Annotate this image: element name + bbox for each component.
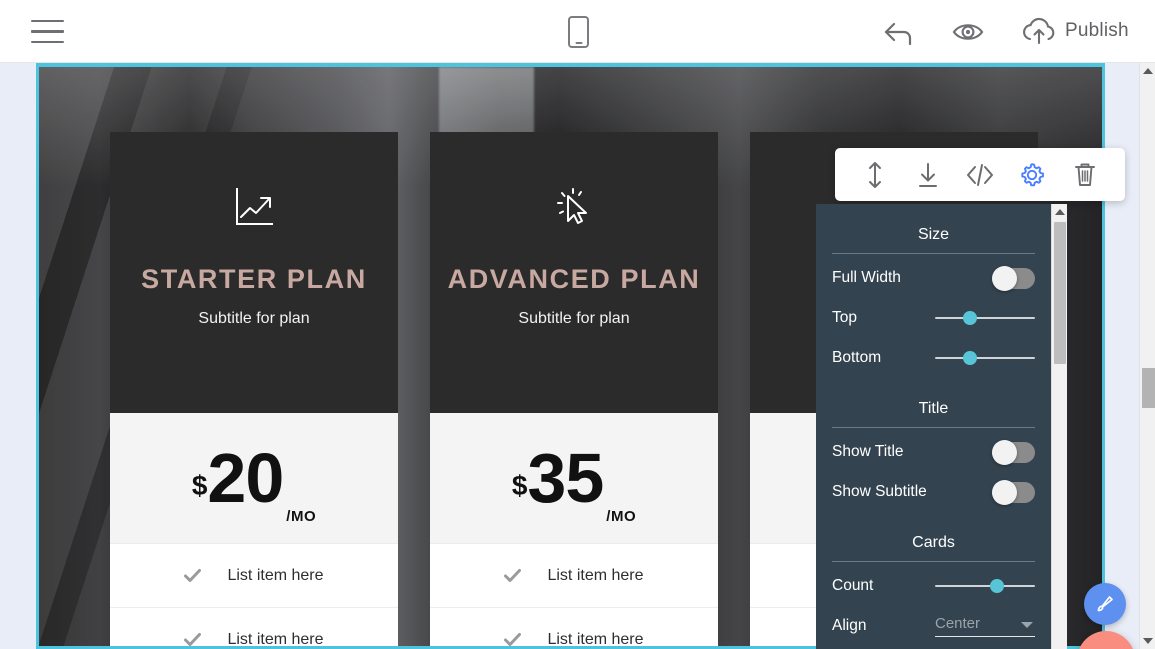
slider-track bbox=[935, 357, 1035, 360]
show-title-toggle[interactable] bbox=[992, 439, 1035, 465]
page-scrollbar[interactable] bbox=[1139, 63, 1155, 649]
price-period: /MO bbox=[606, 508, 637, 525]
checkmark-icon bbox=[184, 568, 202, 582]
bottom-slider[interactable] bbox=[935, 349, 1035, 367]
list-item-label: List item here bbox=[547, 630, 644, 648]
cloud-upload-icon[interactable] bbox=[1018, 14, 1060, 50]
price-currency: $ bbox=[511, 470, 528, 501]
price-amount: 20 bbox=[207, 439, 284, 517]
settings-group-divider bbox=[832, 253, 1035, 254]
list-item[interactable]: List item here bbox=[110, 543, 398, 607]
list-item[interactable]: List item here bbox=[430, 543, 718, 607]
pricing-card-header: STARTER PLAN Subtitle for plan bbox=[110, 132, 398, 413]
section-settings-panel: Size Full Width Top Bottom Title Show Ti… bbox=[816, 204, 1067, 649]
slider-track bbox=[935, 585, 1035, 588]
hamburger-bar bbox=[31, 40, 64, 44]
setting-row-show-subtitle: Show Subtitle bbox=[832, 472, 1035, 512]
hamburger-bar bbox=[31, 20, 64, 23]
settings-group-title: Title bbox=[918, 400, 949, 417]
hamburger-menu-icon[interactable] bbox=[31, 20, 64, 44]
pricing-card-price: $ 20 /MO bbox=[110, 413, 398, 543]
setting-label: Align bbox=[832, 617, 867, 634]
pricing-card-header: ADVANCED PLAN Subtitle for plan bbox=[430, 132, 718, 413]
slider-knob[interactable] bbox=[990, 579, 1004, 593]
list-item[interactable]: List item here bbox=[110, 607, 398, 648]
setting-row-bottom: Bottom bbox=[832, 338, 1035, 378]
setting-label: Top bbox=[832, 309, 857, 326]
top-slider[interactable] bbox=[935, 309, 1035, 327]
show-subtitle-toggle[interactable] bbox=[992, 479, 1035, 505]
setting-label: Show Subtitle bbox=[832, 483, 927, 500]
checkmark-icon bbox=[504, 568, 522, 582]
pricing-card[interactable]: STARTER PLAN Subtitle for plan $ 20 /MO … bbox=[110, 132, 398, 648]
editor-canvas: STARTER PLAN Subtitle for plan $ 20 /MO … bbox=[0, 63, 1155, 649]
list-item-label: List item here bbox=[547, 566, 644, 584]
list-item[interactable]: List item here bbox=[430, 607, 718, 648]
setting-row-full-width: Full Width bbox=[832, 258, 1035, 298]
eye-preview-icon[interactable] bbox=[948, 14, 988, 50]
scroll-down-arrow-icon[interactable] bbox=[1143, 638, 1153, 644]
pricing-card-title: STARTER PLAN bbox=[141, 264, 367, 294]
line-chart-growth-icon bbox=[236, 188, 273, 225]
slider-knob[interactable] bbox=[963, 351, 977, 365]
price-period: /MO bbox=[286, 508, 317, 525]
code-brackets-icon[interactable] bbox=[963, 158, 997, 192]
move-vertical-icon[interactable] bbox=[858, 158, 892, 192]
element-toolbar bbox=[835, 148, 1125, 201]
settings-group-title: Cards bbox=[912, 534, 955, 551]
design-brush-fab[interactable] bbox=[1084, 583, 1126, 625]
setting-label: Full Width bbox=[832, 269, 901, 286]
align-select[interactable]: Center bbox=[935, 615, 1035, 637]
scroll-up-arrow-icon[interactable] bbox=[1055, 209, 1065, 215]
settings-panel-body: Size Full Width Top Bottom Title Show Ti… bbox=[816, 204, 1051, 649]
list-item-label: List item here bbox=[227, 630, 324, 648]
setting-row-align: Align Center bbox=[832, 606, 1035, 646]
settings-group-divider bbox=[832, 427, 1035, 428]
download-icon[interactable] bbox=[911, 158, 945, 192]
checkmark-icon bbox=[184, 632, 202, 646]
settings-panel-scrollbar[interactable] bbox=[1051, 204, 1067, 649]
chevron-down-icon bbox=[1021, 622, 1033, 628]
checkmark-icon bbox=[504, 632, 522, 646]
undo-arrow-icon[interactable] bbox=[880, 14, 918, 50]
settings-group-divider bbox=[832, 561, 1035, 562]
count-slider[interactable] bbox=[935, 577, 1035, 595]
price-currency: $ bbox=[191, 470, 208, 501]
slider-knob[interactable] bbox=[963, 311, 977, 325]
setting-row-top: Top bbox=[832, 298, 1035, 338]
setting-label: Show Title bbox=[832, 443, 904, 460]
list-item-label: List item here bbox=[227, 566, 324, 584]
publish-button[interactable]: Publish bbox=[1065, 20, 1129, 42]
pricing-card-title: ADVANCED PLAN bbox=[447, 264, 701, 294]
setting-row-show-title: Show Title bbox=[832, 432, 1035, 472]
setting-label: Bottom bbox=[832, 349, 882, 366]
setting-label: Count bbox=[832, 577, 874, 594]
setting-row-count: Count bbox=[832, 566, 1035, 606]
trash-icon[interactable] bbox=[1068, 158, 1102, 192]
scrollbar-thumb[interactable] bbox=[1054, 222, 1066, 364]
scroll-up-arrow-icon[interactable] bbox=[1143, 68, 1153, 74]
scrollbar-thumb[interactable] bbox=[1142, 368, 1155, 408]
slider-track bbox=[935, 317, 1035, 320]
pricing-card-subtitle: Subtitle for plan bbox=[518, 310, 630, 327]
click-cursor-icon bbox=[557, 188, 587, 224]
price-amount: 35 bbox=[527, 439, 604, 517]
mobile-device-icon[interactable] bbox=[568, 16, 589, 48]
align-select-value: Center bbox=[935, 615, 981, 632]
full-width-toggle[interactable] bbox=[992, 265, 1035, 291]
top-toolbar: Publish bbox=[0, 0, 1155, 63]
pricing-card-price: $ 35 /MO bbox=[430, 413, 718, 543]
gear-icon[interactable] bbox=[1015, 158, 1049, 192]
hamburger-bar bbox=[31, 30, 64, 33]
settings-group-title: Size bbox=[917, 226, 950, 243]
pricing-card-subtitle: Subtitle for plan bbox=[198, 310, 310, 327]
pricing-card[interactable]: ADVANCED PLAN Subtitle for plan $ 35 /MO… bbox=[430, 132, 718, 648]
